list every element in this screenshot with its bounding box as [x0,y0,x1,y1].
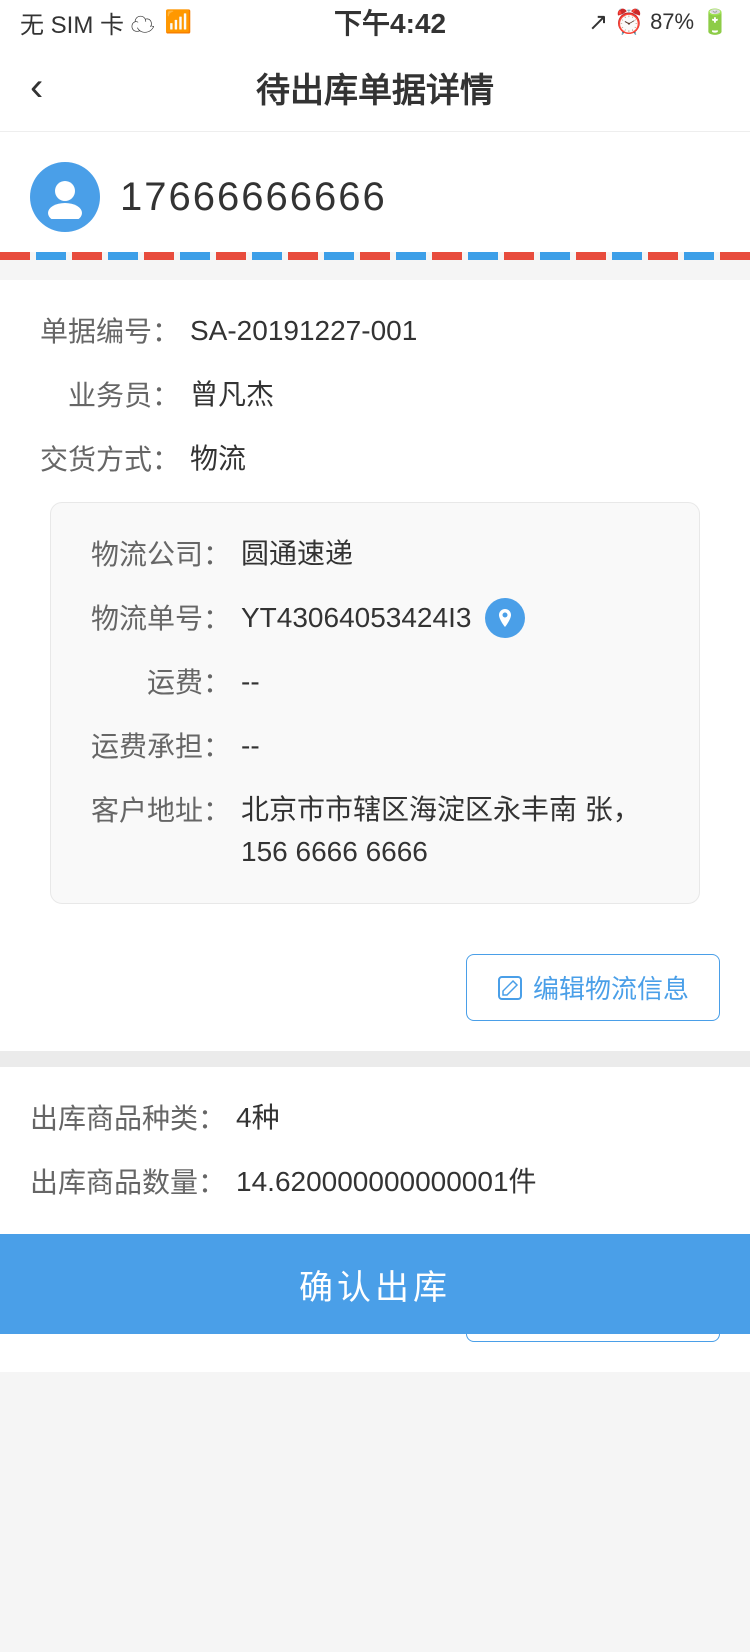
address-label: 客户地址： [81,789,231,829]
customer-phone: 17666666666 [120,175,387,220]
delivery-label: 交货方式： [30,438,180,478]
alarm-icon: ⏰ [614,8,644,37]
freight-label: 运费： [81,661,231,701]
freight-bearer-value: -- [241,725,669,767]
address-row: 客户地址： 北京市市辖区海淀区永丰南 张，156 6666 6666 [81,789,669,873]
wifi-icon: 📶 [165,9,192,35]
edit-logistics-button[interactable]: 编辑物流信息 [466,954,720,1021]
decorative-line [0,252,750,260]
edit-logistics-section: 编辑物流信息 [0,934,750,1051]
status-bar: 无 SIM 卡 ☁ 📶 下午4:42 ↗ ⏰ 87% 🔋 [0,0,750,44]
location-pin-icon[interactable] [485,598,525,638]
page-title: 待出库单据详情 [256,63,494,112]
outbound-types-row: 出库商品种类： 4种 [30,1097,720,1139]
tracking-no-row: 物流单号： YT43064053424I3 [81,597,669,639]
order-no-value: SA-20191227-001 [190,310,720,352]
order-no-row: 单据编号： SA-20191227-001 [30,310,720,352]
location-icon: ↗ [588,8,608,37]
edit-icon [497,975,523,1001]
confirm-button[interactable]: 确认出库 [0,1234,750,1334]
outbound-types-label: 出库商品种类： [30,1097,226,1137]
status-left: 无 SIM 卡 ☁ 📶 [20,5,192,40]
tracking-no-text: YT43064053424I3 [241,597,471,639]
status-time: 下午4:42 [334,2,446,42]
outbound-quantity-label: 出库商品数量： [30,1161,226,1201]
status-right: ↗ ⏰ 87% 🔋 [588,8,730,37]
salesman-label: 业务员： [30,374,180,414]
order-info-section: 单据编号： SA-20191227-001 业务员： 曾凡杰 交货方式： 物流 … [0,280,750,934]
delivery-row: 交货方式： 物流 [30,438,720,480]
battery-icon: 🔋 [700,8,730,37]
tracking-no-value: YT43064053424I3 [241,597,669,639]
logistics-company-row: 物流公司： 圆通速递 [81,533,669,575]
order-no-label: 单据编号： [30,310,180,350]
nav-bar: ‹ 待出库单据详情 [0,44,750,132]
customer-section: 17666666666 [0,132,750,252]
freight-value: -- [241,661,669,703]
edit-logistics-label: 编辑物流信息 [533,969,689,1006]
outbound-types-value: 4种 [236,1097,720,1139]
freight-bearer-row: 运费承担： -- [81,725,669,767]
logistics-card: 物流公司： 圆通速递 物流单号： YT43064053424I3 运费： -- … [50,502,700,904]
back-icon: ‹ [30,65,43,109]
salesman-value: 曾凡杰 [190,374,720,416]
freight-bearer-label: 运费承担： [81,725,231,765]
sim-status: 无 SIM 卡 ☁ [20,5,155,40]
logistics-company-label: 物流公司： [81,533,231,573]
logistics-company-value: 圆通速递 [241,533,669,575]
delivery-value: 物流 [190,438,720,480]
avatar [30,162,100,232]
outbound-quantity-value: 14.620000000000001件 [236,1161,720,1203]
outbound-quantity-row: 出库商品数量： 14.620000000000001件 [30,1161,720,1203]
section-separator [0,1051,750,1067]
avatar-icon [43,175,87,219]
freight-row: 运费： -- [81,661,669,703]
confirm-button-label: 确认出库 [299,1260,451,1309]
address-value: 北京市市辖区海淀区永丰南 张，156 6666 6666 [241,789,669,873]
back-button[interactable]: ‹ [30,65,43,110]
tracking-no-label: 物流单号： [81,597,231,637]
bottom-empty-area [0,1372,750,1652]
outbound-section: 出库商品种类： 4种 出库商品数量： 14.620000000000001件 [0,1067,750,1255]
battery-status: 87% [650,9,694,35]
salesman-row: 业务员： 曾凡杰 [30,374,720,416]
